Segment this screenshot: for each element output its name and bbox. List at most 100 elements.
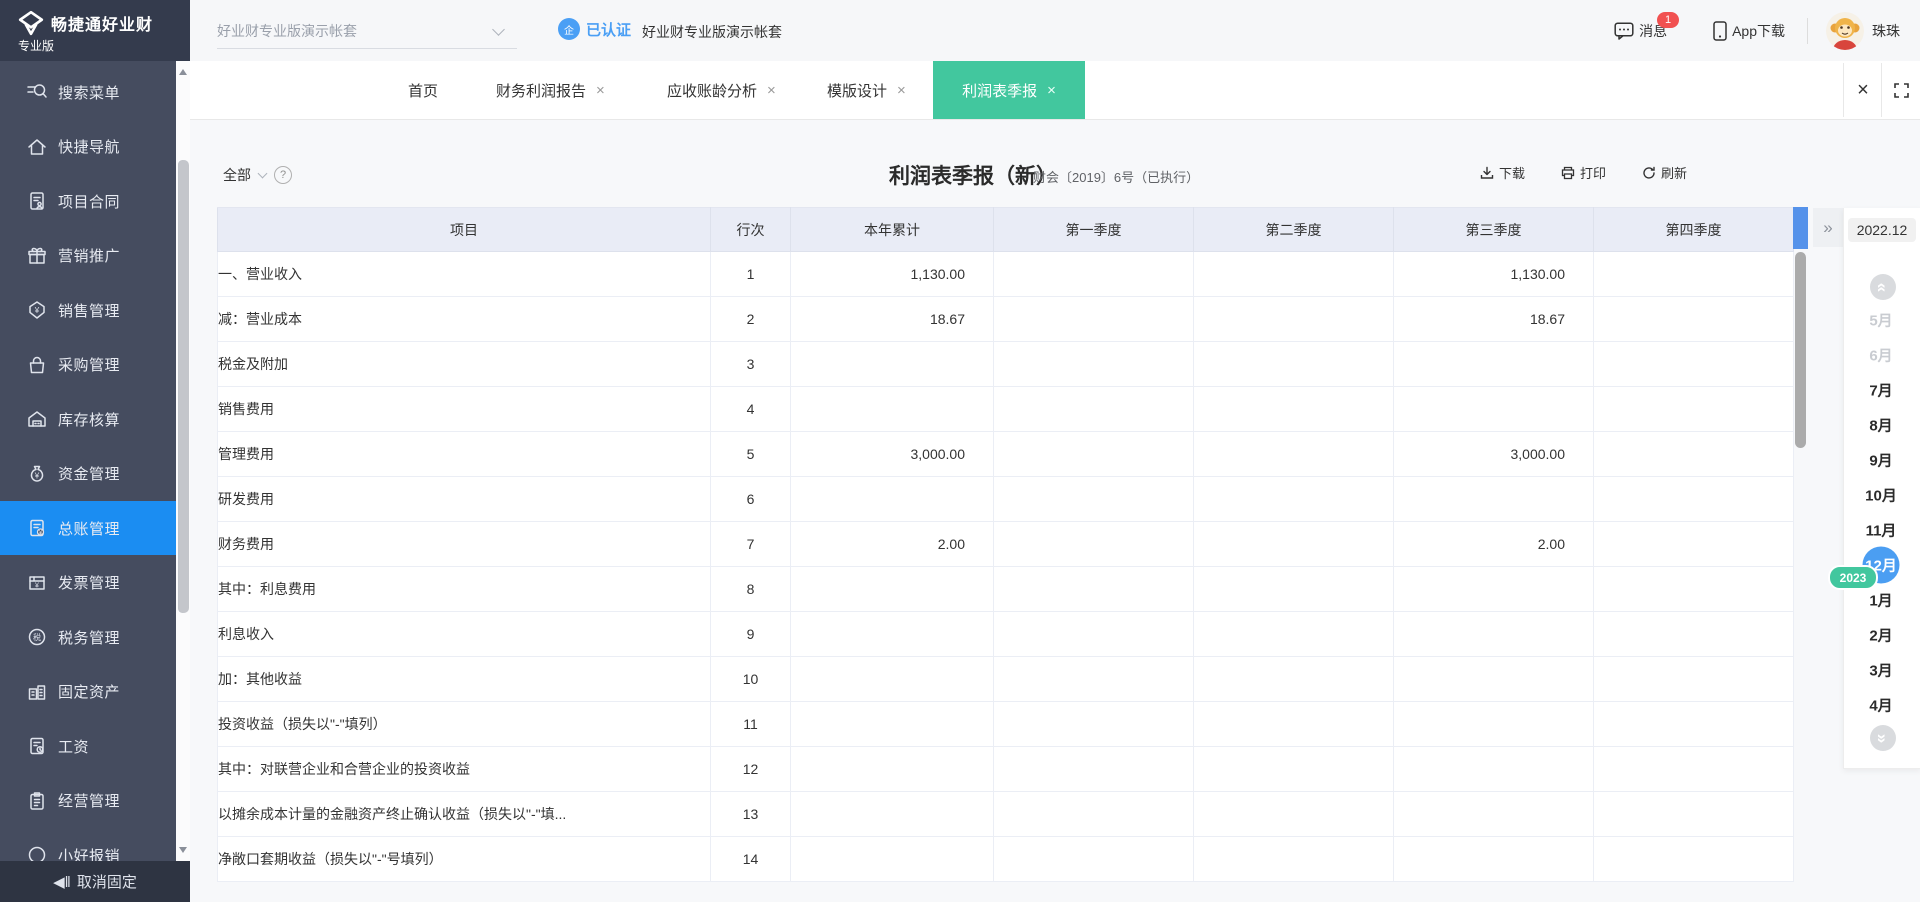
sidebar-item-ledger[interactable]: ¥ 总账管理: [0, 501, 176, 555]
sidebar-item-payroll[interactable]: 工资: [0, 719, 176, 773]
value-cell: [993, 431, 1194, 477]
line-no-cell: 13: [710, 791, 791, 837]
content-scrollbar-thumb-left[interactable]: [179, 160, 189, 613]
column-header: 本年累计: [790, 207, 994, 252]
sidebar-item-gift[interactable]: 营销推广: [0, 229, 176, 283]
value-cell: [1193, 701, 1394, 747]
value-cell: [1193, 251, 1394, 297]
close-tab-icon[interactable]: ×: [767, 82, 776, 99]
month-item[interactable]: 3月: [1869, 660, 1892, 681]
tab-2[interactable]: 应收账龄分析 ×: [667, 61, 776, 119]
sidebar-item-sales[interactable]: ¥ 销售管理: [0, 283, 176, 337]
value-cell: [790, 386, 994, 432]
months-scroll-up-button[interactable]: «: [1870, 274, 1896, 300]
line-no-cell: 8: [710, 566, 791, 612]
value-cell: [993, 656, 1194, 702]
sidebar-item-contract[interactable]: 项目合同: [0, 174, 176, 228]
scope-filter[interactable]: 全部 ?: [223, 165, 292, 185]
sidebar-item-money[interactable]: ¥ 资金管理: [0, 447, 176, 501]
app-download-button[interactable]: App下载: [1713, 20, 1785, 41]
contract-icon: [30, 192, 44, 210]
topbar-divider: [1807, 17, 1808, 44]
scroll-up-arrow-icon[interactable]: [179, 69, 187, 75]
download-button[interactable]: 下载: [1480, 163, 1525, 182]
close-tab-icon[interactable]: ×: [1047, 82, 1056, 99]
topbar: 好业财专业版演示帐套 企 已认证 好业财专业版演示帐套 消息 1 App下载 珠…: [190, 0, 1920, 61]
value-cell: [1593, 791, 1794, 837]
money-icon: ¥: [30, 465, 44, 482]
close-tab-icon[interactable]: ×: [897, 82, 906, 99]
scroll-indicator-strip: [1793, 207, 1808, 249]
home-icon: [28, 138, 46, 155]
value-cell: [790, 566, 994, 612]
month-item[interactable]: 9月: [1869, 450, 1892, 471]
value-cell: [1593, 611, 1794, 657]
year-badge: 2023: [1828, 565, 1878, 590]
table-row: 一、营业收入 1 1,130.00 1,130.00: [217, 251, 1794, 297]
sidebar-item-operation[interactable]: 经营管理: [0, 774, 176, 828]
scroll-down-arrow-icon[interactable]: [179, 847, 187, 853]
value-cell: [790, 341, 994, 387]
value-cell: [1193, 746, 1394, 792]
sidebar-item-label: 快捷导航: [58, 139, 121, 156]
month-item[interactable]: 8月: [1869, 415, 1892, 436]
sidebar-item-home[interactable]: 快捷导航: [0, 120, 176, 174]
messages-button[interactable]: 消息 1: [1614, 11, 1680, 41]
month-item[interactable]: 7月: [1869, 380, 1892, 401]
line-no-cell: 11: [710, 701, 791, 747]
value-cell: [993, 476, 1194, 522]
tab-3[interactable]: 模版设计 ×: [827, 61, 906, 119]
messages-count-badge: 1: [1657, 11, 1680, 28]
operation-icon: [30, 791, 44, 810]
print-button[interactable]: 打印: [1561, 163, 1606, 182]
sidebar-item-bag[interactable]: 采购管理: [0, 338, 176, 392]
close-tab-button[interactable]: ×: [1843, 63, 1882, 117]
month-item[interactable]: 10月: [1865, 485, 1897, 506]
value-cell: [1193, 521, 1394, 567]
sidebar-item-invoice[interactable]: ¥ 发票管理: [0, 556, 176, 610]
item-cell: 其中：利息费用: [217, 566, 711, 612]
question-circle-icon[interactable]: ?: [274, 166, 292, 184]
tab-1[interactable]: 财务利润报告 ×: [496, 61, 605, 119]
current-period-button[interactable]: 2022.12: [1848, 218, 1916, 242]
months-scroll-down-button[interactable]: »: [1870, 725, 1896, 751]
value-cell: [993, 386, 1194, 432]
line-no-cell: 4: [710, 386, 791, 432]
sidebar-item-asset[interactable]: 固定资产: [0, 665, 176, 719]
download-icon: [1480, 166, 1494, 179]
tab-4[interactable]: 利润表季报 ×: [933, 61, 1085, 119]
sidebar-item-search[interactable]: 搜索菜单: [0, 65, 176, 119]
sidebar-item-label: 总账管理: [58, 520, 121, 538]
month-item[interactable]: 2月: [1869, 625, 1892, 646]
month-item[interactable]: 4月: [1869, 695, 1892, 716]
report-actions: 下载 打印 刷新: [1480, 163, 1687, 182]
column-header: 第四季度: [1593, 207, 1794, 252]
month-item[interactable]: 5月: [1869, 310, 1892, 331]
value-cell: [1193, 431, 1394, 477]
value-cell: 1,130.00: [790, 251, 994, 297]
value-cell: [1193, 566, 1394, 612]
chevron-down-icon: [257, 168, 268, 178]
chanjet-diamond-icon: [18, 10, 44, 36]
user-menu[interactable]: 珠珠: [1826, 11, 1900, 50]
fullscreen-button[interactable]: [1881, 63, 1920, 117]
month-item[interactable]: 1月: [1869, 590, 1892, 611]
line-no-cell: 6: [710, 476, 791, 522]
refresh-button[interactable]: 刷新: [1642, 163, 1687, 182]
verified-badge[interactable]: 企 已认证: [558, 18, 631, 40]
tab-home[interactable]: 首页: [408, 61, 438, 119]
unpin-sidebar-button[interactable]: ◀‖ 取消固定: [0, 861, 190, 902]
month-item[interactable]: 11月: [1866, 520, 1897, 541]
sidebar-item-label: 项目合同: [58, 193, 121, 211]
table-scrollbar-thumb[interactable]: [1795, 252, 1806, 448]
value-cell: [1593, 656, 1794, 702]
expand-period-panel-button[interactable]: »: [1813, 208, 1843, 247]
month-item[interactable]: 6月: [1869, 345, 1892, 366]
brand-name: 畅捷通好业财: [51, 17, 154, 34]
account-select[interactable]: 好业财专业版演示帐套: [217, 14, 517, 49]
scope-filter-value: 全部: [223, 167, 251, 183]
close-tab-icon[interactable]: ×: [596, 82, 605, 99]
sidebar-item-warehouse[interactable]: 库存核算: [0, 392, 176, 446]
sidebar-item-tax[interactable]: 税 税务管理: [0, 610, 176, 664]
value-cell: [993, 251, 1194, 297]
